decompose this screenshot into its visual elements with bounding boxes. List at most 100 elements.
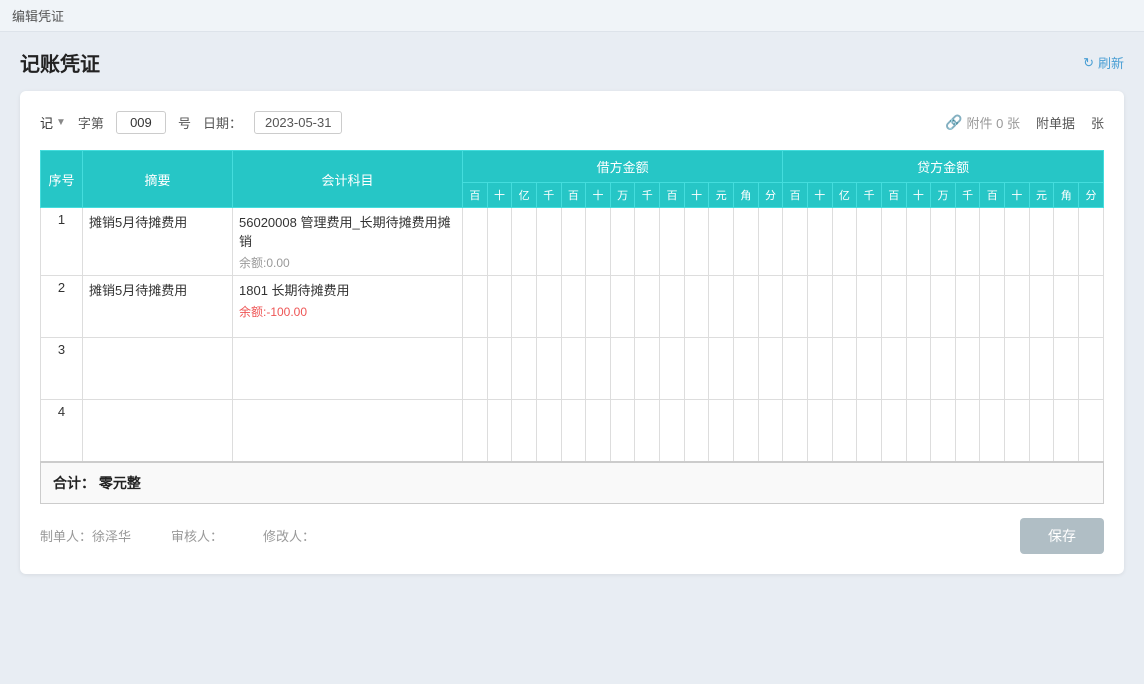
row-1-summary[interactable]: 摊销5月待摊费用 <box>83 276 233 338</box>
row-2-credit-0[interactable] <box>783 338 808 400</box>
row-3-credit-0[interactable] <box>783 400 808 462</box>
row-0-credit-10[interactable] <box>1029 208 1054 276</box>
row-0-debit-1[interactable] <box>487 208 512 276</box>
row-0-credit-8[interactable] <box>980 208 1005 276</box>
row-0-summary[interactable]: 摊销5月待摊费用 <box>83 208 233 276</box>
row-1-credit-10[interactable] <box>1029 276 1054 338</box>
row-3-debit-12[interactable] <box>758 400 783 462</box>
row-3-credit-11[interactable] <box>1054 400 1079 462</box>
row-0-credit-5[interactable] <box>906 208 931 276</box>
row-3-credit-12[interactable] <box>1079 400 1104 462</box>
row-0-debit-0[interactable] <box>463 208 488 276</box>
row-1-debit-4[interactable] <box>561 276 586 338</box>
row-1-debit-6[interactable] <box>610 276 635 338</box>
row-0-debit-7[interactable] <box>635 208 660 276</box>
row-2-debit-0[interactable] <box>463 338 488 400</box>
row-3-credit-3[interactable] <box>857 400 882 462</box>
row-3-credit-1[interactable] <box>807 400 832 462</box>
date-value[interactable]: 2023-05-31 <box>254 111 343 134</box>
row-1-credit-1[interactable] <box>807 276 832 338</box>
attachment-button[interactable]: 🔗 附件 0 张 <box>945 113 1020 132</box>
row-0-credit-6[interactable] <box>931 208 956 276</box>
row-2-debit-11[interactable] <box>734 338 759 400</box>
row-0-debit-9[interactable] <box>684 208 709 276</box>
row-1-debit-5[interactable] <box>586 276 611 338</box>
row-1-credit-0[interactable] <box>783 276 808 338</box>
row-2-credit-4[interactable] <box>881 338 906 400</box>
row-3-debit-8[interactable] <box>660 400 685 462</box>
row-1-credit-4[interactable] <box>881 276 906 338</box>
row-1-credit-8[interactable] <box>980 276 1005 338</box>
row-1-credit-5[interactable] <box>906 276 931 338</box>
row-3-credit-9[interactable] <box>1005 400 1030 462</box>
row-3-debit-3[interactable] <box>536 400 561 462</box>
row-1-debit-12[interactable] <box>758 276 783 338</box>
row-0-credit-1[interactable] <box>807 208 832 276</box>
row-3-credit-8[interactable] <box>980 400 1005 462</box>
type-select[interactable]: 记 ▼ <box>40 113 66 132</box>
row-3-debit-6[interactable] <box>610 400 635 462</box>
row-3-summary[interactable] <box>83 400 233 462</box>
row-0-credit-11[interactable] <box>1054 208 1079 276</box>
row-3-credit-5[interactable] <box>906 400 931 462</box>
row-3-credit-4[interactable] <box>881 400 906 462</box>
row-2-debit-7[interactable] <box>635 338 660 400</box>
row-0-debit-3[interactable] <box>536 208 561 276</box>
row-2-credit-7[interactable] <box>955 338 980 400</box>
row-3-debit-0[interactable] <box>463 400 488 462</box>
row-0-credit-4[interactable] <box>881 208 906 276</box>
row-1-credit-3[interactable] <box>857 276 882 338</box>
row-2-debit-2[interactable] <box>512 338 537 400</box>
refresh-button[interactable]: ↻ 刷新 <box>1083 53 1124 72</box>
row-1-debit-8[interactable] <box>660 276 685 338</box>
row-0-credit-0[interactable] <box>783 208 808 276</box>
row-3-credit-6[interactable] <box>931 400 956 462</box>
row-1-debit-2[interactable] <box>512 276 537 338</box>
row-2-credit-6[interactable] <box>931 338 956 400</box>
row-1-debit-3[interactable] <box>536 276 561 338</box>
row-0-debit-10[interactable] <box>709 208 734 276</box>
row-1-credit-11[interactable] <box>1054 276 1079 338</box>
row-1-credit-2[interactable] <box>832 276 857 338</box>
row-0-debit-12[interactable] <box>758 208 783 276</box>
row-2-summary[interactable] <box>83 338 233 400</box>
voucher-number[interactable]: 009 <box>116 111 166 134</box>
save-button[interactable]: 保存 <box>1020 518 1104 554</box>
row-3-credit-2[interactable] <box>832 400 857 462</box>
row-2-debit-10[interactable] <box>709 338 734 400</box>
row-0-credit-3[interactable] <box>857 208 882 276</box>
row-3-credit-10[interactable] <box>1029 400 1054 462</box>
row-2-credit-12[interactable] <box>1079 338 1104 400</box>
row-3-credit-7[interactable] <box>955 400 980 462</box>
row-2-credit-1[interactable] <box>807 338 832 400</box>
row-2-debit-5[interactable] <box>586 338 611 400</box>
row-2-debit-3[interactable] <box>536 338 561 400</box>
row-2-debit-4[interactable] <box>561 338 586 400</box>
row-1-account[interactable]: 1801 长期待摊费用余额:-100.00 <box>233 276 463 338</box>
row-3-debit-7[interactable] <box>635 400 660 462</box>
row-0-account[interactable]: 56020008 管理费用_长期待摊费用摊销余额:0.00 <box>233 208 463 276</box>
row-2-credit-11[interactable] <box>1054 338 1079 400</box>
row-3-debit-9[interactable] <box>684 400 709 462</box>
row-3-debit-10[interactable] <box>709 400 734 462</box>
row-3-debit-5[interactable] <box>586 400 611 462</box>
row-2-credit-2[interactable] <box>832 338 857 400</box>
row-2-debit-1[interactable] <box>487 338 512 400</box>
row-1-debit-11[interactable] <box>734 276 759 338</box>
row-2-debit-9[interactable] <box>684 338 709 400</box>
row-0-debit-2[interactable] <box>512 208 537 276</box>
row-1-debit-10[interactable] <box>709 276 734 338</box>
row-0-credit-2[interactable] <box>832 208 857 276</box>
row-2-credit-3[interactable] <box>857 338 882 400</box>
row-1-debit-9[interactable] <box>684 276 709 338</box>
row-2-debit-12[interactable] <box>758 338 783 400</box>
row-3-debit-1[interactable] <box>487 400 512 462</box>
row-0-debit-5[interactable] <box>586 208 611 276</box>
row-1-credit-6[interactable] <box>931 276 956 338</box>
row-1-debit-7[interactable] <box>635 276 660 338</box>
single-doc-button[interactable]: 附单据 <box>1036 113 1075 132</box>
row-0-credit-12[interactable] <box>1079 208 1104 276</box>
row-2-credit-9[interactable] <box>1005 338 1030 400</box>
row-2-credit-5[interactable] <box>906 338 931 400</box>
row-1-debit-0[interactable] <box>463 276 488 338</box>
